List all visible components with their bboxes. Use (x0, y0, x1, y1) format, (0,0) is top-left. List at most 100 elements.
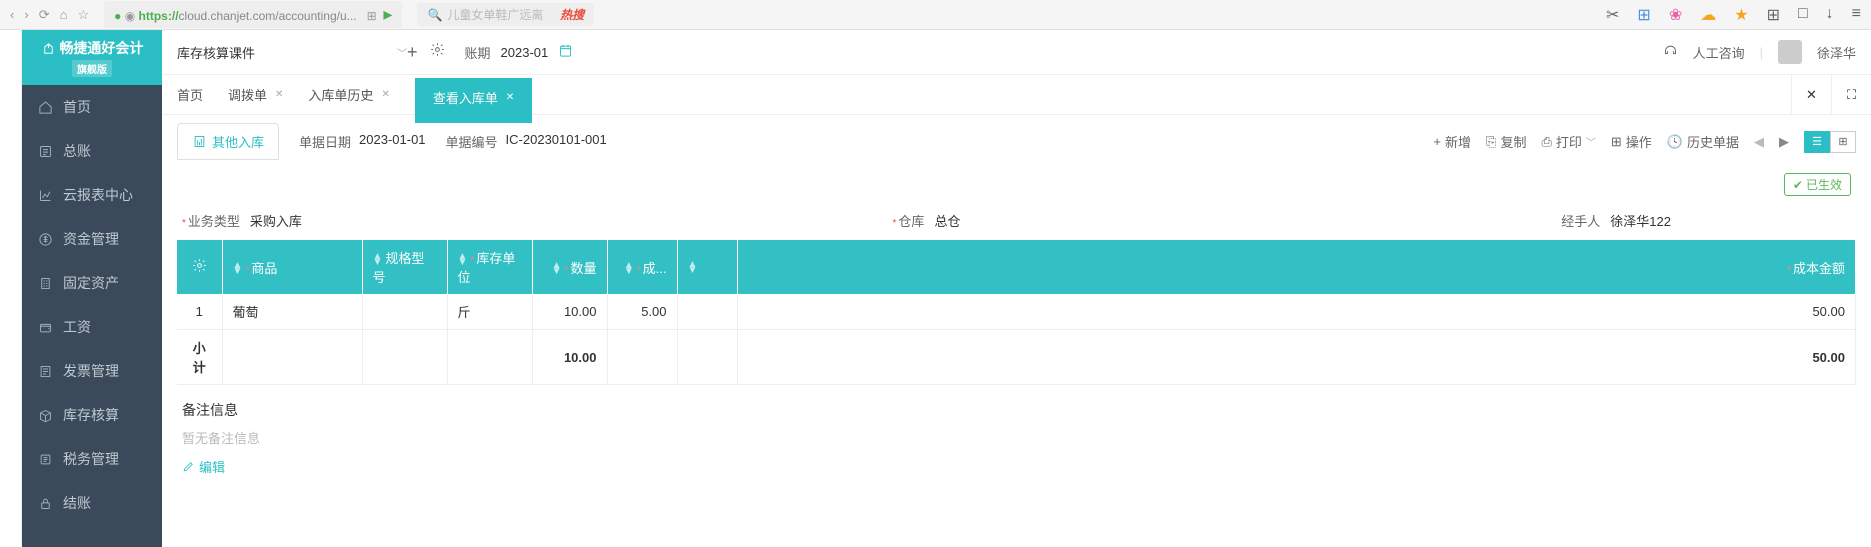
close-icon[interactable]: ✕ (381, 89, 389, 100)
action-label: 操作 (1626, 132, 1652, 151)
sidebar-item-label: 总账 (63, 141, 91, 161)
col-qty[interactable]: ▲▼*数量 (532, 240, 607, 294)
sidebar-item-inventory[interactable]: 库存核算 (22, 393, 162, 437)
plus-icon: + (1433, 134, 1441, 149)
ext-icon-8[interactable]: ↓ (1826, 5, 1834, 25)
col-price[interactable]: ▲▼*成... (607, 240, 677, 294)
ops-button[interactable]: ⊞操作 (1611, 132, 1652, 151)
copy-button[interactable]: ⎘复制 (1486, 132, 1526, 151)
back-icon[interactable]: ‹ (10, 7, 14, 23)
sidebar-item-invoice[interactable]: 发票管理 (22, 349, 162, 393)
close-all-tabs-button[interactable]: ✕ (1791, 75, 1831, 115)
grid-icon: ⊞ (1611, 134, 1622, 150)
tab-inbound-history[interactable]: 入库单历史 ✕ (308, 85, 389, 104)
forward-icon[interactable]: › (24, 7, 28, 23)
add-icon[interactable]: + (407, 42, 418, 63)
close-icon[interactable]: ✕ (506, 92, 514, 103)
calendar-icon[interactable] (558, 43, 573, 61)
sidebar-item-label: 首页 (63, 97, 91, 117)
sidebar-item-salary[interactable]: 工资 (22, 305, 162, 349)
next-icon[interactable]: ▶ (1779, 134, 1789, 150)
tax-icon (37, 451, 53, 467)
list-view-button[interactable]: ☰ (1804, 131, 1830, 153)
ext-icon-6[interactable]: ⊞ (1767, 5, 1780, 25)
hot-badge: 热搜 (560, 6, 584, 23)
sidebar-item-ledger[interactable]: 总账 (22, 129, 162, 173)
doc-date-label: 单据日期 (299, 132, 351, 151)
field-value: 总仓 (934, 211, 960, 230)
card-view-button[interactable]: ⊞ (1830, 131, 1856, 153)
tab-label: 调拨单 (228, 85, 267, 104)
refresh-icon[interactable]: ⟳ (39, 7, 50, 23)
main-content: 库存核算课件 ﹀ + 账期 2023-01 人工咨询 | 徐泽华 (162, 30, 1871, 547)
print-button[interactable]: ⎙打印﹀ (1541, 132, 1595, 151)
col-unit[interactable]: ▲▼*库存单位 (447, 240, 532, 294)
col-blank[interactable]: ▲▼ (677, 240, 737, 294)
tab-label: 查看入库单 (433, 88, 498, 107)
tab-view-inbound[interactable]: 查看入库单 ✕ (415, 78, 532, 123)
invoice-icon (37, 363, 53, 379)
new-button[interactable]: + 新增 (1433, 132, 1471, 151)
home-icon[interactable]: ⌂ (60, 7, 68, 23)
ext-icon-9[interactable]: ≡ (1852, 5, 1861, 25)
sidebar-item-assets[interactable]: 固定资产 (22, 261, 162, 305)
doc-date-value: 2023-01-01 (359, 132, 426, 151)
sidebar-item-home[interactable]: 首页 (22, 85, 162, 129)
ext-icon-1[interactable]: ✂ (1606, 5, 1619, 25)
course-selector[interactable]: 库存核算课件 ﹀ (177, 43, 407, 62)
edit-remarks-button[interactable]: 编辑 (182, 457, 1851, 476)
browser-search[interactable]: 🔍 儿童女单鞋广远离 热搜 (417, 3, 594, 26)
check-icon: ✔ (1793, 178, 1803, 192)
sidebar-item-funds[interactable]: 资金管理 (22, 217, 162, 261)
close-icon[interactable]: ✕ (275, 89, 283, 100)
subtotal-row: 小计 10.00 50.00 (177, 330, 1856, 385)
ext-icon-3[interactable]: ❀ (1669, 5, 1682, 25)
doc-type-badge[interactable]: 其他入库 (177, 123, 279, 160)
headset-icon[interactable] (1663, 43, 1678, 61)
browser-extension-icons: ✂ ⊞ ❀ ☁ ★ ⊞ □ ↓ ≡ (1606, 5, 1861, 25)
brand-logo[interactable]: 畅捷通好会计 旗舰版 (22, 30, 162, 85)
address-bar[interactable]: ● ◉ https://cloud.chanjet.com/accounting… (104, 1, 402, 28)
sidebar-item-tax[interactable]: 税务管理 (22, 437, 162, 481)
col-label: 商品 (251, 261, 277, 276)
col-amount[interactable]: *成本金额 (737, 240, 1856, 294)
remarks-empty: 暂无备注信息 (182, 428, 1851, 447)
consult-link[interactable]: 人工咨询 (1693, 43, 1745, 62)
url-protocol: https:// (139, 9, 179, 23)
avatar[interactable] (1778, 40, 1802, 64)
action-label: 打印 (1556, 132, 1582, 151)
subtotal-qty: 10.00 (532, 330, 607, 385)
col-product[interactable]: ▲▼*商品 (222, 240, 362, 294)
star-icon[interactable]: ☆ (77, 7, 89, 23)
tab-home[interactable]: 首页 (177, 85, 203, 104)
sidebar-item-reports[interactable]: 云报表中心 (22, 173, 162, 217)
table-row[interactable]: 1 葡萄 斤 10.00 5.00 50.00 (177, 294, 1856, 330)
lock-icon (37, 495, 53, 511)
sidebar-item-label: 云报表中心 (63, 185, 133, 205)
sidebar-item-close[interactable]: 结账 (22, 481, 162, 525)
col-gear[interactable] (177, 240, 222, 294)
doc-no-value: IC-20230101-001 (506, 132, 607, 151)
history-button[interactable]: 🕓历史单据 (1667, 132, 1739, 151)
remarks-section: 备注信息 暂无备注信息 编辑 (182, 400, 1851, 476)
user-name[interactable]: 徐泽华 (1817, 43, 1856, 62)
copy-icon: ⎘ (1486, 134, 1496, 150)
sidebar-item-label: 库存核算 (63, 405, 119, 425)
handler-field: 经手人 徐泽华122 (1185, 211, 1851, 230)
subtotal-amount: 50.00 (737, 330, 1856, 385)
ext-icon-2[interactable]: ⊞ (1637, 5, 1650, 25)
ledger-icon (37, 143, 53, 159)
col-spec[interactable]: ▲▼规格型号 (362, 240, 447, 294)
ext-icon-4[interactable]: ☁ (1700, 5, 1716, 25)
fullscreen-button[interactable]: ⛶ (1831, 75, 1871, 115)
ext-icon-5[interactable]: ★ (1734, 5, 1748, 25)
ext-icon-7[interactable]: □ (1798, 5, 1808, 25)
gear-icon[interactable] (430, 42, 445, 63)
prev-icon[interactable]: ◀ (1754, 134, 1764, 150)
action-label: 新增 (1445, 132, 1471, 151)
search-placeholder: 儿童女单鞋广远离 (447, 6, 543, 23)
tab-transfer[interactable]: 调拨单 ✕ (228, 85, 283, 104)
remarks-title: 备注信息 (182, 400, 1851, 420)
col-label: 数量 (570, 261, 596, 276)
warehouse-field: *仓库 总仓 (683, 211, 1169, 230)
